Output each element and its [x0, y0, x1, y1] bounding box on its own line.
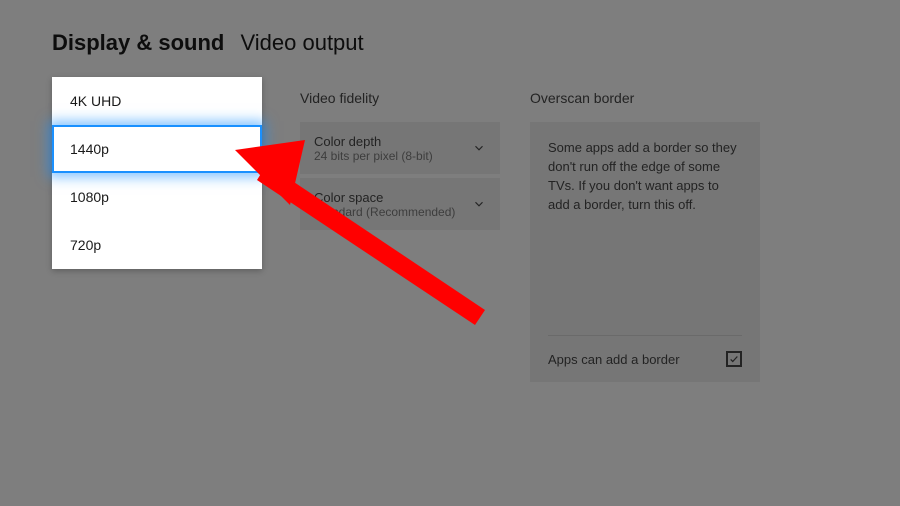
overscan-toggle[interactable]: Apps can add a border — [548, 335, 742, 382]
overscan-heading: Overscan border — [530, 90, 634, 106]
page-name: Video output — [240, 30, 363, 55]
color-space-select[interactable]: Color space Standard (Recommended) — [300, 178, 500, 230]
color-depth-label: Color depth — [314, 134, 433, 149]
chevron-down-icon — [472, 197, 486, 211]
overscan-description: Some apps add a border so they don't run… — [548, 138, 742, 214]
section-name: Display & sound — [52, 30, 224, 55]
resolution-option-1440p[interactable]: 1440p — [52, 125, 262, 173]
resolution-option-label: 720p — [70, 237, 101, 253]
color-depth-select[interactable]: Color depth 24 bits per pixel (8-bit) — [300, 122, 500, 174]
color-space-value: Standard (Recommended) — [314, 205, 455, 219]
resolution-option-1080p[interactable]: 1080p — [52, 173, 262, 221]
resolution-option-4k-uhd[interactable]: 4K UHD — [52, 77, 262, 125]
resolution-option-label: 1440p — [70, 141, 109, 157]
checkbox-checked-icon — [726, 351, 742, 367]
resolution-dropdown[interactable]: 4K UHD 1440p 1080p 720p — [52, 77, 262, 269]
color-depth-text: Color depth 24 bits per pixel (8-bit) — [314, 134, 433, 163]
page-title: Display & sound Video output — [52, 30, 364, 56]
chevron-down-icon — [472, 141, 486, 155]
color-depth-value: 24 bits per pixel (8-bit) — [314, 149, 433, 163]
resolution-option-label: 4K UHD — [70, 93, 121, 109]
overscan-panel: Some apps add a border so they don't run… — [530, 122, 760, 382]
color-space-text: Color space Standard (Recommended) — [314, 190, 455, 219]
resolution-option-720p[interactable]: 720p — [52, 221, 262, 269]
overscan-toggle-label: Apps can add a border — [548, 352, 680, 367]
fidelity-heading: Video fidelity — [300, 90, 379, 106]
resolution-option-label: 1080p — [70, 189, 109, 205]
color-space-label: Color space — [314, 190, 455, 205]
